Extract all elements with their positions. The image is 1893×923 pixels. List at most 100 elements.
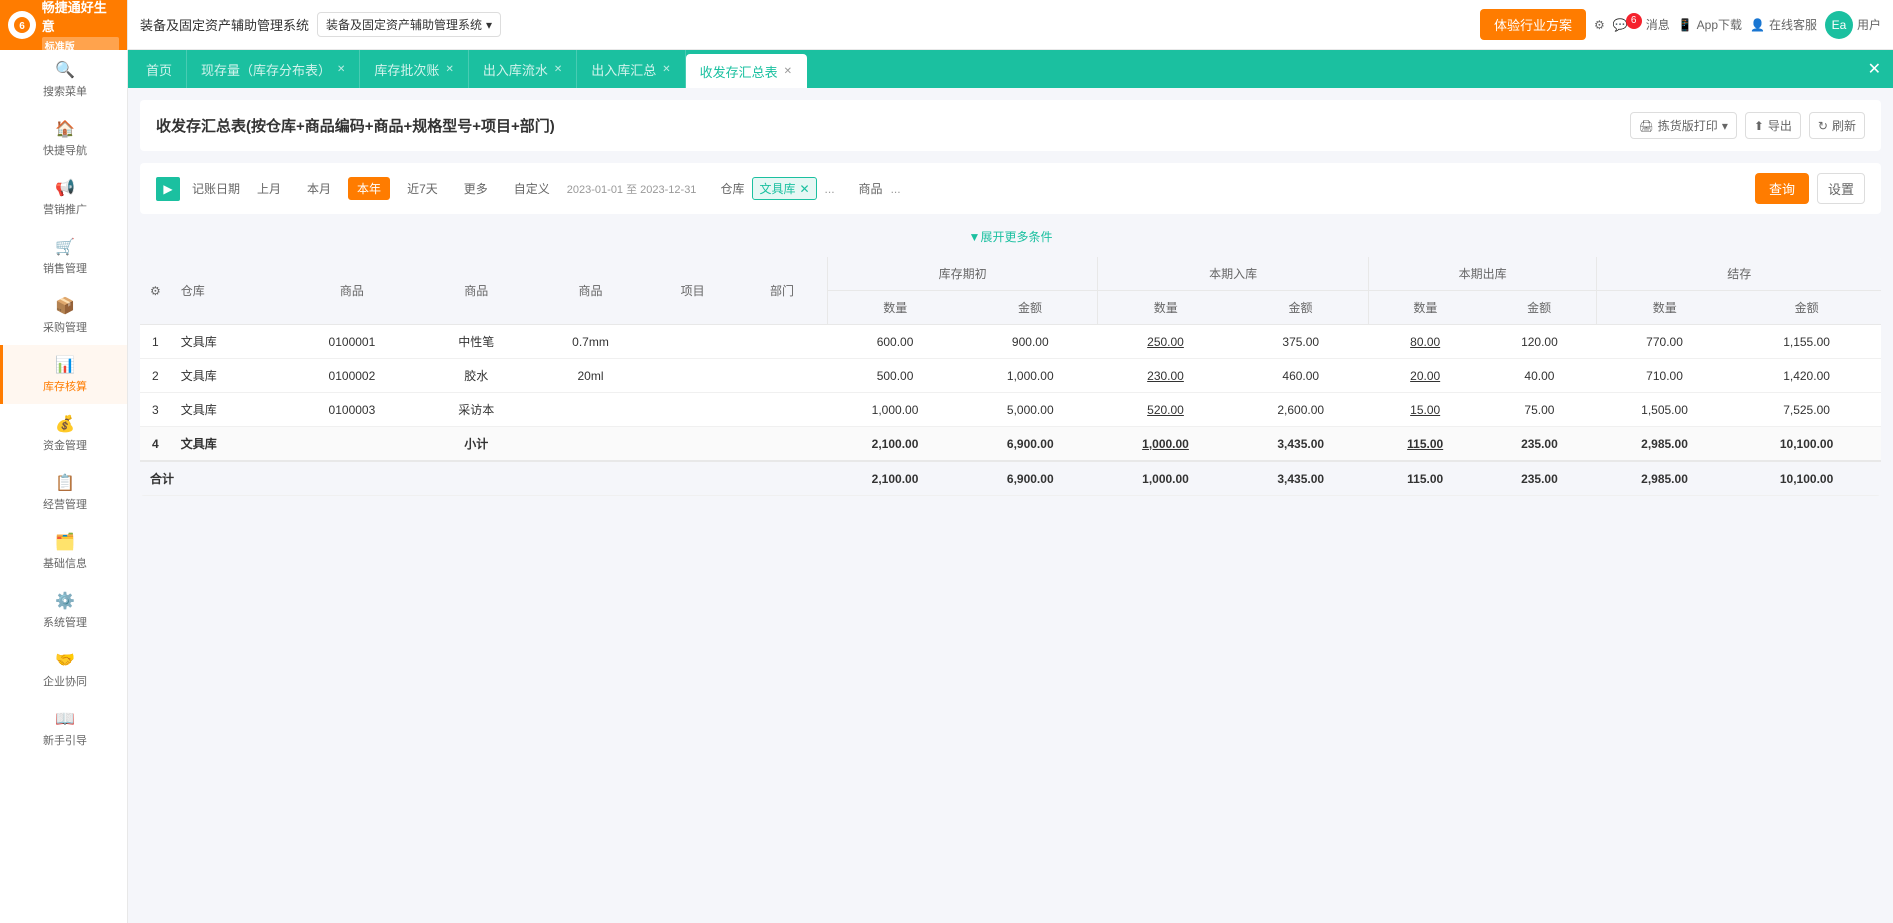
tab-home[interactable]: 首页: [132, 50, 187, 88]
row1-in-qty[interactable]: 250.00: [1098, 325, 1233, 359]
sidebar-label-marketing: 营销推广: [43, 201, 87, 217]
tab-recv-summary-close[interactable]: ✕: [784, 66, 792, 77]
warehouse-chip-close[interactable]: ✕: [799, 182, 809, 196]
date-btn-this-month[interactable]: 本月: [298, 177, 340, 200]
row2-warehouse: 文具库: [171, 359, 285, 393]
selector-label: 装备及固定资产辅助管理系统: [326, 16, 482, 33]
tab-inout-flow-label: 出入库流水: [483, 60, 548, 79]
row1-closing-amt: 1,155.00: [1732, 325, 1881, 359]
row1-code: 0100001: [284, 325, 419, 359]
tab-inventory-dist[interactable]: 现存量（库存分布表） ✕: [187, 50, 360, 88]
app-logo: 6 畅捷通好生意 标准版: [0, 0, 127, 50]
row4-out-amt: 235.00: [1482, 427, 1597, 462]
date-range: 2023-01-01 至 2023-12-31: [567, 181, 697, 197]
th-out-amt: 金额: [1482, 291, 1597, 325]
tab-inout-summary[interactable]: 出入库汇总 ✕: [577, 50, 685, 88]
settings-col-header[interactable]: ⚙: [140, 257, 171, 325]
th-product-name: 商品: [420, 257, 534, 325]
row2-code: 0100002: [284, 359, 419, 393]
row4-out-qty[interactable]: 115.00: [1368, 427, 1482, 462]
warehouse-label: 仓库: [720, 180, 744, 197]
user-btn[interactable]: Ea 用户: [1825, 11, 1881, 39]
refresh-button[interactable]: ↻ 刷新: [1809, 112, 1865, 139]
refresh-icon: ↻: [1818, 119, 1828, 133]
sidebar-item-quicknav[interactable]: 🏠 快捷导航: [0, 109, 127, 168]
data-table: ⚙ 仓库 商品 商品 商品 项目 部门 库存期初 本期入库 本期出库 结存 数量: [140, 257, 1881, 496]
th-product-code: 商品: [284, 257, 419, 325]
footer-opening-amt: 6,900.00: [963, 461, 1098, 496]
content-area: 收发存汇总表(按仓库+商品编码+商品+规格型号+项目+部门) 🖨 拣货版打印 ▾…: [128, 88, 1893, 923]
row2-in-qty[interactable]: 230.00: [1098, 359, 1233, 393]
tab-inventory-dist-close[interactable]: ✕: [337, 64, 345, 75]
row1-name: 中性笔: [420, 325, 534, 359]
sidebar-item-sales[interactable]: 🛒 销售管理: [0, 227, 127, 286]
sidebar-item-inventory[interactable]: 📊 库存核算: [0, 345, 127, 404]
expand-conditions-row[interactable]: ▼ 展开更多条件: [140, 224, 1881, 249]
expand-icon: ▼: [969, 230, 981, 244]
sidebar-item-purchase[interactable]: 📦 采购管理: [0, 286, 127, 345]
system-title: 装备及固定资产辅助管理系统: [140, 15, 309, 34]
date-btn-custom[interactable]: 自定义: [505, 177, 559, 200]
date-btn-7days[interactable]: 近7天: [398, 177, 447, 200]
print-icon: 🖨: [1639, 119, 1654, 133]
tab-inout-flow[interactable]: 出入库流水 ✕: [469, 50, 577, 88]
online-service-btn[interactable]: 👤 在线客服: [1750, 16, 1817, 33]
date-btn-more[interactable]: 更多: [455, 177, 497, 200]
row3-out-qty[interactable]: 15.00: [1368, 393, 1482, 427]
sidebar-item-operation[interactable]: 📋 经营管理: [0, 463, 127, 522]
row1-out-qty[interactable]: 80.00: [1368, 325, 1482, 359]
row1-no: 1: [140, 325, 171, 359]
footer-closing-qty: 2,985.00: [1597, 461, 1732, 496]
tab-inout-summary-close[interactable]: ✕: [662, 64, 670, 75]
row3-in-amt: 2,600.00: [1233, 393, 1368, 427]
row2-name: 胶水: [420, 359, 534, 393]
sidebar-item-search[interactable]: 🔍 搜索菜单: [0, 50, 127, 109]
svg-text:6: 6: [19, 21, 25, 32]
system-selector[interactable]: 装备及固定资产辅助管理系统 ▾: [317, 12, 501, 37]
row2-opening-qty: 500.00: [827, 359, 962, 393]
row1-closing-qty: 770.00: [1597, 325, 1732, 359]
sidebar-label-inventory: 库存核算: [43, 378, 87, 394]
th-project: 项目: [648, 257, 737, 325]
sidebar-item-marketing[interactable]: 📢 营销推广: [0, 168, 127, 227]
row1-project: [648, 325, 737, 359]
row3-in-qty[interactable]: 520.00: [1098, 393, 1233, 427]
th-in-amt: 金额: [1233, 291, 1368, 325]
trial-button[interactable]: 体验行业方案: [1480, 9, 1586, 40]
message-btn[interactable]: 💬 6 消息: [1613, 16, 1670, 33]
print-button[interactable]: 🖨 拣货版打印 ▾: [1630, 112, 1737, 139]
sidebar-item-cooperation[interactable]: 🤝 企业协同: [0, 640, 127, 699]
row2-out-qty[interactable]: 20.00: [1368, 359, 1482, 393]
filter-setting-button[interactable]: 设置: [1817, 173, 1865, 204]
sidebar-item-basic[interactable]: 🗂️ 基础信息: [0, 522, 127, 581]
sidebar-item-finance[interactable]: 💰 资金管理: [0, 404, 127, 463]
tab-recv-summary[interactable]: 收发存汇总表 ✕: [686, 54, 807, 88]
sidebar-item-guide[interactable]: 📖 新手引导: [0, 699, 127, 758]
warehouse-more[interactable]: ...: [825, 182, 835, 196]
app-name: 畅捷通好生意: [42, 0, 119, 35]
row1-out-amt: 120.00: [1482, 325, 1597, 359]
sidebar-item-system[interactable]: ⚙️ 系统管理: [0, 581, 127, 640]
sidebar-label-cooperation: 企业协同: [43, 673, 87, 689]
tab-inout-flow-close[interactable]: ✕: [554, 64, 562, 75]
export-icon: ⬆: [1754, 119, 1764, 133]
tab-batch-close[interactable]: ✕: [445, 64, 453, 75]
table-row-subtotal: 4 文具库 小计 2,100.00 6,900.00 1,000.00 3,43…: [140, 427, 1881, 462]
row4-name: 小计: [420, 427, 534, 462]
export-button[interactable]: ⬆ 导出: [1745, 112, 1801, 139]
product-more[interactable]: ...: [891, 182, 901, 196]
row4-in-qty[interactable]: 1,000.00: [1098, 427, 1233, 462]
topbar-title: 装备及固定资产辅助管理系统 装备及固定资产辅助管理系统 ▾: [140, 12, 1472, 37]
app-download-btn[interactable]: 📱 App下载: [1678, 16, 1742, 33]
warehouse-chip[interactable]: 文具库 ✕: [752, 177, 816, 200]
filter-bar: ▶ 记账日期 上月 本月 本年 近7天 更多 自定义 2023-01-01 至 …: [140, 163, 1881, 214]
query-button[interactable]: 查询: [1755, 173, 1809, 204]
tabs-close-all[interactable]: ✕: [1860, 59, 1889, 79]
date-btn-this-year[interactable]: 本年: [348, 177, 390, 200]
row2-spec: 20ml: [533, 359, 648, 393]
filter-expand-icon[interactable]: ▶: [156, 177, 180, 201]
tab-batch[interactable]: 库存批次账 ✕: [360, 50, 468, 88]
th-opening-qty: 数量: [827, 291, 962, 325]
settings-icon-btn[interactable]: ⚙: [1594, 18, 1605, 32]
date-btn-last-month[interactable]: 上月: [248, 177, 290, 200]
